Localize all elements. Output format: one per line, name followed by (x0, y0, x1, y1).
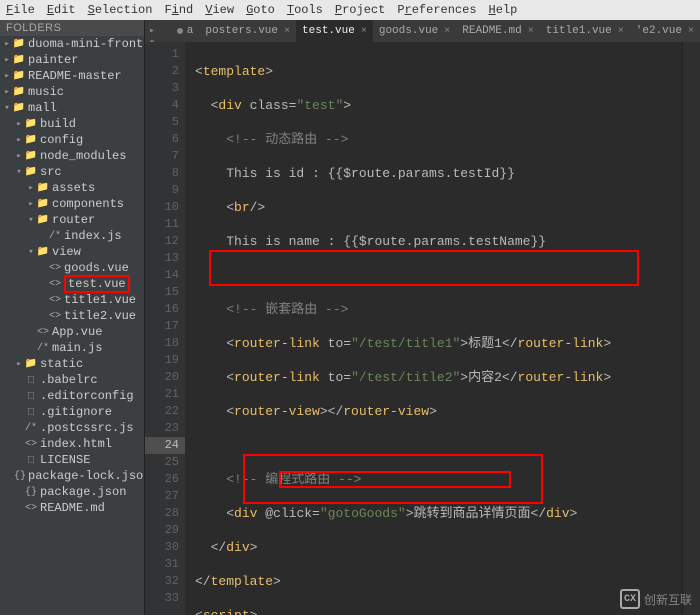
tree-item[interactable]: ▾📁view (0, 244, 144, 260)
tree-item[interactable]: /*index.js (0, 228, 144, 244)
tree-item[interactable]: <>goods.vue (0, 260, 144, 276)
tab[interactable]: posters.vue× (199, 20, 296, 42)
tab[interactable]: test.vue× (296, 20, 373, 42)
tab[interactable]: title1.vue× (540, 20, 630, 42)
tree-item[interactable]: ▾📁src (0, 164, 144, 180)
dirty-dot-icon (177, 28, 183, 34)
tree-item[interactable]: ▸📁config (0, 132, 144, 148)
menubar: FFileile Edit Selection Find View Goto T… (0, 0, 700, 20)
tab[interactable]: goods.vue× (373, 20, 456, 42)
close-icon[interactable]: × (688, 26, 694, 37)
menu-selection[interactable]: Selection (88, 3, 153, 17)
menu-find[interactable]: Find (164, 3, 193, 17)
tree-item[interactable]: ▸📁assets (0, 180, 144, 196)
menu-view[interactable]: View (205, 3, 234, 17)
tree-item[interactable]: ▸📁painter (0, 52, 144, 68)
tree-item[interactable]: <>title1.vue (0, 292, 144, 308)
tabbar: ◂ ▸ ▾ aposters.vue×test.vue×goods.vue×RE… (145, 20, 700, 42)
tree-item[interactable]: ▸📁components (0, 196, 144, 212)
tree-item[interactable]: ▾📁mall (0, 100, 144, 116)
tree-item[interactable]: ⬚.gitignore (0, 404, 144, 420)
watermark: CX 创新互联 (620, 589, 692, 609)
tree-item[interactable]: ⬚.babelrc (0, 372, 144, 388)
close-icon[interactable]: × (361, 26, 367, 37)
tree-item[interactable]: /*.postcssrc.js (0, 420, 144, 436)
editor-pane: ◂ ▸ ▾ aposters.vue×test.vue×goods.vue×RE… (145, 20, 700, 615)
watermark-text: 创新互联 (644, 591, 692, 608)
tree-item[interactable]: <>README.md (0, 500, 144, 516)
close-icon[interactable]: × (444, 26, 450, 37)
tab-nav-icon[interactable]: ◂ ▸ ▾ (149, 20, 163, 42)
tree-item[interactable]: <>App.vue (0, 324, 144, 340)
tree-item[interactable]: ▸📁node_modules (0, 148, 144, 164)
menu-help[interactable]: Help (489, 3, 518, 17)
tree-item[interactable]: {}package.json (0, 484, 144, 500)
menu-tools[interactable]: Tools (287, 3, 323, 17)
sidebar: FOLDERS ▸📁duoma-mini-front▸📁painter▸📁REA… (0, 20, 145, 615)
tree-item[interactable]: ▸📁build (0, 116, 144, 132)
close-icon[interactable]: × (618, 26, 624, 37)
tree-item[interactable]: ⬚.editorconfig (0, 388, 144, 404)
close-icon[interactable]: × (528, 26, 534, 37)
tree-item[interactable]: ▾📁router (0, 212, 144, 228)
tree-item[interactable]: /*main.js (0, 340, 144, 356)
tree-item[interactable]: {}package-lock.json (0, 468, 144, 484)
tree-item[interactable]: <>title2.vue (0, 308, 144, 324)
tree-item[interactable]: <>index.html (0, 436, 144, 452)
sidebar-header: FOLDERS (0, 20, 144, 36)
tab[interactable]: 'e2.vue× (630, 20, 700, 42)
minimap[interactable] (682, 42, 700, 615)
line-gutter: 1234567891011121314151617181920212223242… (145, 42, 185, 615)
tree-item[interactable]: ▸📁static (0, 356, 144, 372)
tab[interactable]: README.md× (456, 20, 539, 42)
tree-item[interactable]: ▸📁music (0, 84, 144, 100)
tree-item[interactable]: ▸📁README-master (0, 68, 144, 84)
close-icon[interactable]: × (284, 26, 290, 37)
tree-item[interactable]: ▸📁duoma-mini-front (0, 36, 144, 52)
menu-project[interactable]: Project (335, 3, 385, 17)
menu-file[interactable]: FFileile (6, 3, 35, 17)
menu-preferences[interactable]: Preferences (397, 3, 476, 17)
tab[interactable]: a (171, 20, 200, 42)
watermark-logo-icon: CX (620, 589, 640, 609)
code-area[interactable]: <template> <div class="test"> <!-- 动态路由 … (185, 42, 682, 615)
tree-item[interactable]: <>test.vue (0, 276, 144, 292)
tree-item[interactable]: ⬚LICENSE (0, 452, 144, 468)
menu-goto[interactable]: Goto (246, 3, 275, 17)
file-tree: ▸📁duoma-mini-front▸📁painter▸📁README-mast… (0, 36, 144, 615)
menu-edit[interactable]: Edit (47, 3, 76, 17)
